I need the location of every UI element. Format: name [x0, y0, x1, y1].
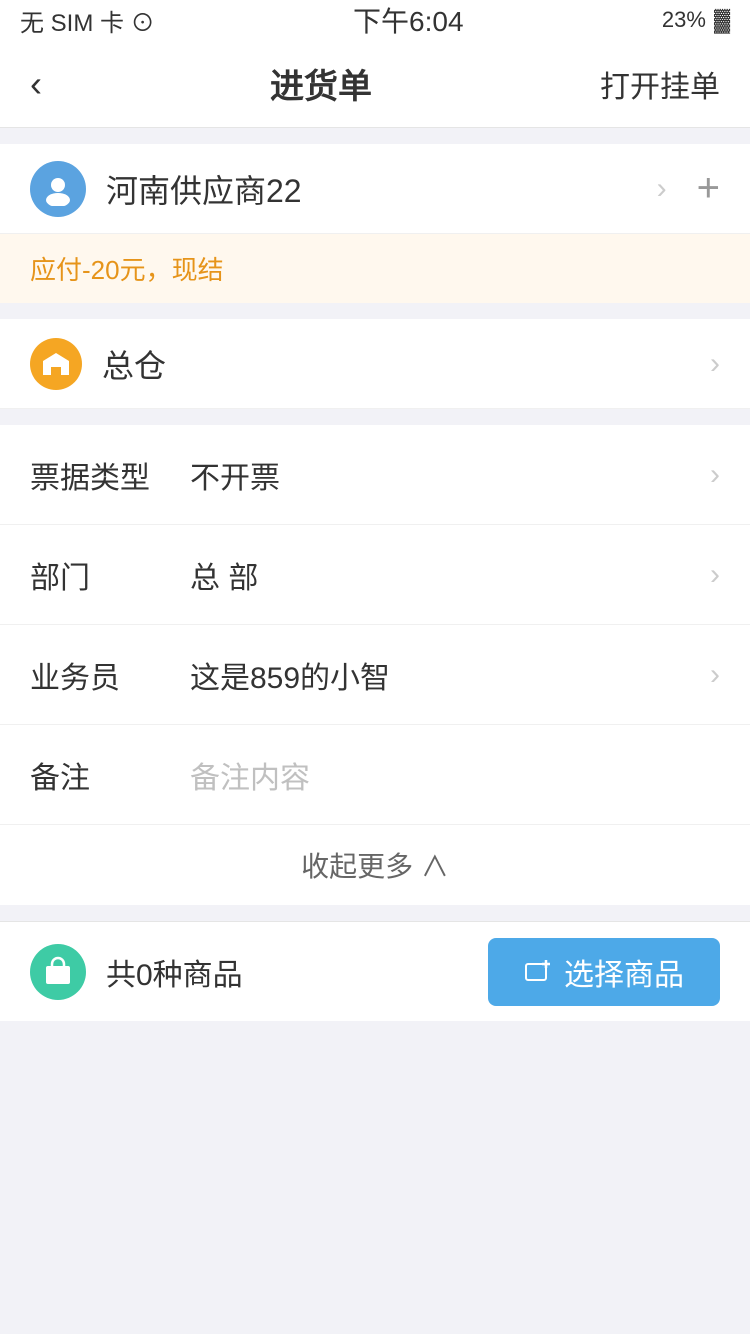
form-section: 票据类型 不开票 › 部门 总 部 › 业务员 这是859的小智 › 备注 备注…: [0, 425, 750, 905]
warehouse-icon: [30, 338, 82, 390]
salesperson-label: 业务员: [30, 653, 170, 697]
select-product-label: 选择商品: [564, 950, 684, 994]
notice-banner: 应付-20元，现结: [0, 234, 750, 303]
warehouse-label: 总仓: [102, 341, 710, 387]
section-gap-2: [0, 303, 750, 319]
add-supplier-icon[interactable]: +: [697, 166, 720, 211]
section-gap-3: [0, 409, 750, 425]
nav-bar: ‹ 进货单 打开挂单: [0, 40, 750, 128]
department-value: 总 部: [190, 553, 710, 597]
notice-text: 应付-20元，现结: [30, 255, 224, 285]
invoice-type-chevron-icon: ›: [710, 458, 720, 492]
salesperson-row[interactable]: 业务员 这是859的小智 ›: [0, 625, 750, 725]
invoice-type-row[interactable]: 票据类型 不开票 ›: [0, 425, 750, 525]
status-left: 无 SIM 卡 ⊙: [20, 3, 155, 38]
select-product-icon: [524, 958, 552, 986]
status-time: 下午6:04: [353, 0, 464, 40]
back-button[interactable]: ‹: [30, 63, 42, 105]
remark-row[interactable]: 备注 备注内容: [0, 725, 750, 825]
collapse-label: 收起更多 ∧: [301, 845, 449, 885]
remark-value: 备注内容: [190, 753, 720, 797]
supplier-avatar: [30, 161, 86, 217]
remark-label: 备注: [30, 753, 170, 797]
gray-content-area: [0, 1021, 750, 1321]
warehouse-chevron-icon: ›: [710, 347, 720, 381]
battery-label: 23%: [662, 7, 706, 33]
supplier-section: 河南供应商22 › + 应付-20元，现结: [0, 144, 750, 303]
supplier-chevron-icon: ›: [657, 172, 667, 206]
battery-icon: ▓: [714, 7, 730, 33]
status-right: 23% ▓: [662, 7, 730, 33]
department-label: 部门: [30, 553, 170, 597]
sim-label: 无 SIM 卡 ⊙: [20, 3, 155, 38]
open-pending-button[interactable]: 打开挂单: [600, 62, 720, 106]
salesperson-chevron-icon: ›: [710, 658, 720, 692]
status-bar: 无 SIM 卡 ⊙ 下午6:04 23% ▓: [0, 0, 750, 40]
page-title: 进货单: [270, 59, 372, 108]
select-product-button[interactable]: 选择商品: [488, 938, 720, 1006]
supplier-name: 河南供应商22: [106, 166, 657, 212]
department-chevron-icon: ›: [710, 558, 720, 592]
product-icon: [30, 944, 86, 1000]
invoice-type-value: 不开票: [190, 453, 710, 497]
section-gap-4: [0, 905, 750, 921]
supplier-row[interactable]: 河南供应商22 › +: [0, 144, 750, 234]
salesperson-value: 这是859的小智: [190, 653, 710, 697]
bottom-bar: 共0种商品 选择商品: [0, 921, 750, 1021]
warehouse-section: 总仓 ›: [0, 319, 750, 409]
product-count-label: 共0种商品: [106, 950, 488, 994]
section-gap-1: [0, 128, 750, 144]
department-row[interactable]: 部门 总 部 ›: [0, 525, 750, 625]
collapse-toggle[interactable]: 收起更多 ∧: [0, 825, 750, 905]
invoice-type-label: 票据类型: [30, 453, 170, 497]
warehouse-row[interactable]: 总仓 ›: [0, 319, 750, 409]
